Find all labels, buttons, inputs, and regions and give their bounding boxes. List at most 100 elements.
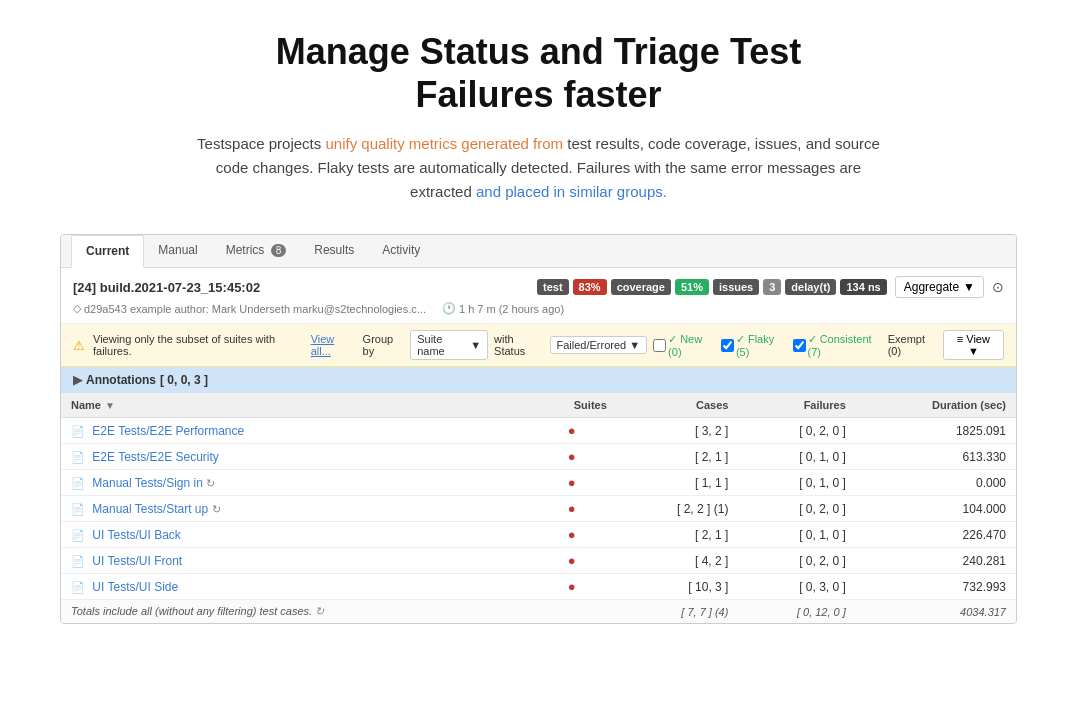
flaky-checkbox-item[interactable]: ✓ Flaky (5)	[721, 333, 785, 358]
row-name-link[interactable]: UI Tests/UI Side	[92, 580, 178, 594]
commit-text: d29a543 example author: Mark Underseth m…	[84, 303, 426, 315]
view-button[interactable]: ≡ View ▼	[943, 330, 1004, 360]
cell-suites: ●	[526, 444, 616, 470]
cell-name: 📄 Manual Tests/Start up ↻	[61, 496, 526, 522]
issues-badge-value: 3	[763, 279, 781, 295]
tab-bar: Current Manual Metrics 8 Results Activit…	[61, 235, 1016, 268]
cell-name: 📄 UI Tests/UI Front	[61, 548, 526, 574]
cell-duration: 104.000	[856, 496, 1016, 522]
exempt-label: Exempt (0)	[888, 333, 937, 357]
cell-failures: [ 0, 3, 0 ]	[738, 574, 855, 600]
cell-cases: [ 3, 2 ]	[617, 418, 739, 444]
row-doc-icon: 📄	[71, 477, 85, 489]
totals-row: Totals include all (without any filterin…	[61, 600, 1016, 624]
col-failures: Failures	[738, 393, 855, 418]
status-value: Failed/Errored	[557, 339, 627, 351]
cell-failures: [ 0, 2, 0 ]	[738, 496, 855, 522]
expand-icon[interactable]: ▶	[73, 373, 82, 387]
refresh-icon: ↻	[206, 477, 215, 489]
clock-icon: 🕐	[442, 302, 456, 315]
cell-suites: ●	[526, 548, 616, 574]
suite-status-icon: ●	[568, 423, 576, 438]
github-icon[interactable]: ⊙	[992, 279, 1004, 295]
build-badges: test 83% coverage 51% issues 3 delay(t) …	[537, 279, 887, 295]
cell-cases: [ 10, 3 ]	[617, 574, 739, 600]
cell-name: 📄 Manual Tests/Sign in ↻	[61, 470, 526, 496]
refresh-icon: ↻	[212, 503, 221, 515]
table-row: 📄 Manual Tests/Start up ↻ ● [ 2, 2 ] (1)…	[61, 496, 1016, 522]
filter-bar: ⚠ Viewing only the subset of suites with…	[61, 324, 1016, 367]
consistent-checkbox-item[interactable]: ✓ Consistent (7)	[793, 333, 880, 358]
cell-failures: [ 0, 1, 0 ]	[738, 522, 855, 548]
totals-duration: 4034.317	[856, 600, 1016, 624]
row-doc-icon: 📄	[71, 555, 85, 567]
consistent-checkbox[interactable]	[793, 339, 806, 352]
group-by-label: Group by	[363, 333, 405, 357]
test-badge-value: 83%	[573, 279, 607, 295]
group-by-select[interactable]: Suite name ▼	[410, 330, 488, 360]
totals-refresh-icon: ↻	[315, 605, 324, 617]
issues-badge-label: issues	[713, 279, 759, 295]
row-name-link[interactable]: UI Tests/UI Front	[92, 554, 182, 568]
totals-failures: [ 0, 12, 0 ]	[738, 600, 855, 624]
delay-badge-label: delay(t)	[785, 279, 836, 295]
tab-manual[interactable]: Manual	[144, 235, 211, 268]
aggregate-label: Aggregate	[904, 280, 959, 294]
cell-failures: [ 0, 2, 0 ]	[738, 418, 855, 444]
build-header: [24] build.2021-07-23_15:45:02 test 83% …	[61, 268, 1016, 324]
suite-status-icon: ●	[568, 527, 576, 542]
build-title: [24] build.2021-07-23_15:45:02	[73, 280, 260, 295]
row-name-link[interactable]: Manual Tests/Sign in	[92, 476, 203, 490]
aggregate-button[interactable]: Aggregate ▼	[895, 276, 984, 298]
totals-cases: [ 7, 7 ] (4)	[617, 600, 739, 624]
row-name-link[interactable]: Manual Tests/Start up	[92, 502, 208, 516]
cell-duration: 732.993	[856, 574, 1016, 600]
metrics-badge: 8	[271, 244, 287, 257]
tab-activity[interactable]: Activity	[368, 235, 434, 268]
suite-status-icon: ●	[568, 553, 576, 568]
cell-name: 📄 UI Tests/UI Side	[61, 574, 526, 600]
cell-name: 📄 E2E Tests/E2E Performance	[61, 418, 526, 444]
sort-icon[interactable]: ▼	[105, 400, 115, 411]
cell-cases: [ 1, 1 ]	[617, 470, 739, 496]
cell-duration: 613.330	[856, 444, 1016, 470]
cell-duration: 0.000	[856, 470, 1016, 496]
suite-status-icon: ●	[568, 501, 576, 516]
new-checkbox[interactable]	[653, 339, 666, 352]
name-col-label: Name	[71, 399, 101, 411]
tab-results[interactable]: Results	[300, 235, 368, 268]
row-name-link[interactable]: UI Tests/UI Back	[92, 528, 180, 542]
status-select[interactable]: Failed/Errored ▼	[550, 336, 648, 354]
cell-suites: ●	[526, 418, 616, 444]
row-doc-icon: 📄	[71, 503, 85, 515]
table-row: 📄 E2E Tests/E2E Security ● [ 2, 1 ] [ 0,…	[61, 444, 1016, 470]
cell-suites: ●	[526, 470, 616, 496]
table-row: 📄 Manual Tests/Sign in ↻ ● [ 1, 1 ] [ 0,…	[61, 470, 1016, 496]
consistent-label: ✓ Consistent (7)	[808, 333, 880, 358]
tab-metrics[interactable]: Metrics 8	[212, 235, 301, 268]
hero-section: Manage Status and Triage Test Failures f…	[60, 30, 1017, 204]
cell-duration: 240.281	[856, 548, 1016, 574]
cell-suites: ●	[526, 574, 616, 600]
cell-duration: 1825.091	[856, 418, 1016, 444]
cell-cases: [ 2, 2 ] (1)	[617, 496, 739, 522]
cell-cases: [ 2, 1 ]	[617, 522, 739, 548]
new-label: ✓ New (0)	[668, 333, 713, 358]
new-checkbox-item[interactable]: ✓ New (0)	[653, 333, 713, 358]
annotations-label: Annotations	[86, 373, 156, 387]
filter-warning-text: Viewing only the subset of suites with f…	[93, 333, 303, 357]
totals-note: Totals include all (without any filterin…	[61, 600, 526, 624]
suite-status-icon: ●	[568, 475, 576, 490]
flaky-checkbox[interactable]	[721, 339, 734, 352]
cell-failures: [ 0, 1, 0 ]	[738, 444, 855, 470]
commit-icon: ◇	[73, 302, 81, 315]
build-meta: ◇ d29a543 example author: Mark Underseth…	[73, 302, 1004, 315]
coverage-badge-label: coverage	[611, 279, 671, 295]
row-name-link[interactable]: E2E Tests/E2E Performance	[92, 424, 244, 438]
col-name: Name ▼	[61, 393, 526, 418]
row-name-link[interactable]: E2E Tests/E2E Security	[92, 450, 219, 464]
view-all-link[interactable]: View all...	[311, 333, 355, 357]
cell-name: 📄 UI Tests/UI Back	[61, 522, 526, 548]
cell-failures: [ 0, 1, 0 ]	[738, 470, 855, 496]
tab-current[interactable]: Current	[71, 235, 144, 268]
